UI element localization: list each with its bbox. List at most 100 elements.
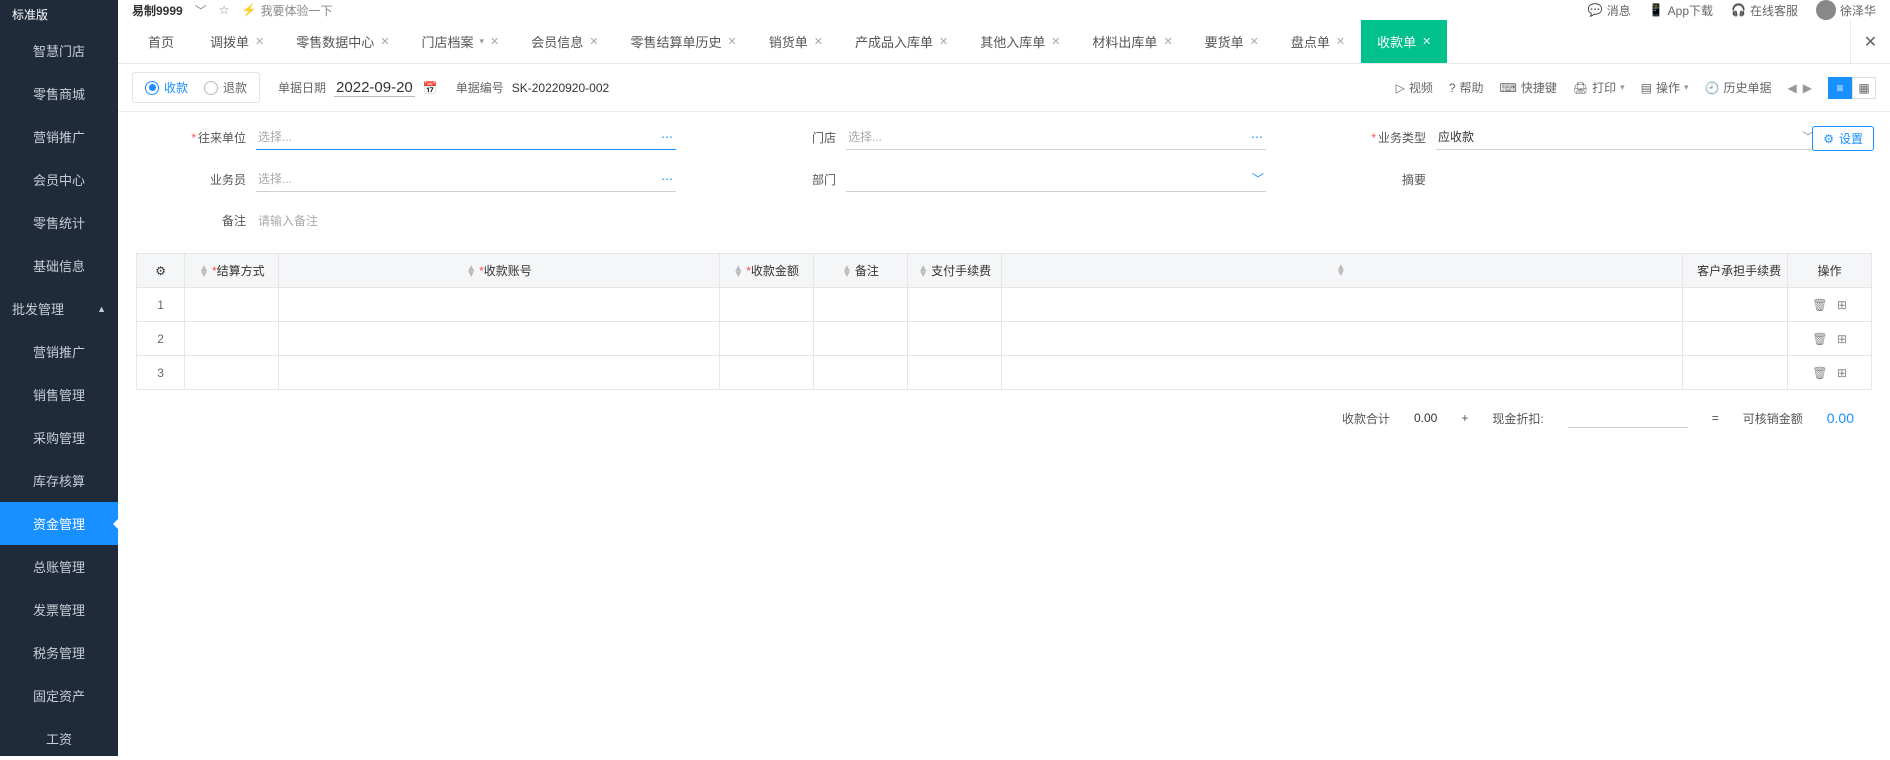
remark-input[interactable]: 请输入备注 <box>256 208 676 233</box>
cell-fee[interactable] <box>908 356 1002 390</box>
try-link[interactable]: ⚡ 我要体验一下 <box>241 2 332 19</box>
page-next[interactable]: ▶ <box>1803 81 1812 95</box>
cell-settle[interactable] <box>185 356 279 390</box>
tab-retaildata[interactable]: 零售数据中心✕ <box>280 20 405 63</box>
topbar-online[interactable]: 🎧 在线客服 <box>1731 2 1798 19</box>
store-input[interactable]: 选择... ⋯ <box>846 124 1266 150</box>
topbar-user[interactable]: 徐泽华 <box>1816 0 1876 20</box>
calendar-icon[interactable]: 📅 <box>423 81 438 95</box>
close-icon[interactable]: ✕ <box>1051 35 1060 48</box>
tab-member[interactable]: 会员信息✕ <box>515 20 614 63</box>
cell-account[interactable] <box>279 322 719 356</box>
topbar-app[interactable]: 📱 App下载 <box>1649 2 1713 19</box>
brand-dropdown[interactable]: ﹀ <box>195 2 207 19</box>
cell-custfee[interactable] <box>1683 356 1788 390</box>
cell-settle[interactable] <box>185 322 279 356</box>
sidebar-item-basic[interactable]: 基础信息 <box>0 244 118 287</box>
sidebar-item-marketing[interactable]: 营销推广 <box>0 115 118 158</box>
sidebar-subitem-inventory[interactable]: 库存核算 <box>0 459 118 502</box>
radio-refund[interactable]: 退款 <box>204 79 247 96</box>
cell-blank[interactable] <box>1002 288 1683 322</box>
sidebar-subitem-ledger[interactable]: 总账管理 <box>0 545 118 588</box>
radio-receipt[interactable]: 收款 <box>145 79 188 96</box>
tab-productin[interactable]: 产成品入库单✕ <box>839 20 964 63</box>
sidebar-subitem-purchase[interactable]: 采购管理 <box>0 416 118 459</box>
tab-settlehist[interactable]: 零售结算单历史✕ <box>614 20 752 63</box>
sidebar-subitem-tax[interactable]: 税务管理 <box>0 631 118 674</box>
cell-settle[interactable] <box>185 288 279 322</box>
sidebar-item-smartstore[interactable]: 智慧门店 <box>0 29 118 72</box>
close-icon[interactable]: ✕ <box>380 35 389 48</box>
dept-select[interactable]: ﹀ <box>846 166 1266 192</box>
tab-demand[interactable]: 要货单✕ <box>1189 20 1275 63</box>
action-operate[interactable]: ▤操作▾ <box>1641 79 1689 96</box>
delete-icon[interactable]: 🗑 <box>1812 366 1827 380</box>
tab-stocktake[interactable]: 盘点单✕ <box>1275 20 1361 63</box>
close-icon[interactable]: ✕ <box>1250 35 1259 48</box>
tab-allocation[interactable]: 调拨单✕ <box>194 20 280 63</box>
close-icon[interactable]: ✕ <box>728 35 737 48</box>
cell-blank[interactable] <box>1002 322 1683 356</box>
action-help[interactable]: ?帮助 <box>1449 79 1484 96</box>
cell-custfee[interactable] <box>1683 322 1788 356</box>
header-custfee[interactable]: 客户承担手续费 <box>1683 254 1788 288</box>
close-icon[interactable]: ✕ <box>1422 35 1431 48</box>
header-fee[interactable]: ▲▼支付手续费 <box>908 254 1002 288</box>
tab-receipt[interactable]: 收款单✕ <box>1361 20 1447 63</box>
header-remark[interactable]: ▲▼备注 <box>813 254 907 288</box>
tab-otherin[interactable]: 其他入库单✕ <box>964 20 1076 63</box>
view-grid[interactable]: ▦ <box>1852 77 1876 99</box>
salesman-input[interactable]: 选择... ⋯ <box>256 166 676 192</box>
view-list[interactable]: ≡ <box>1828 77 1852 99</box>
close-all-tabs[interactable]: ✕ <box>1850 20 1890 63</box>
sidebar-subitem-invoice[interactable]: 发票管理 <box>0 588 118 631</box>
header-blank[interactable]: ▲▼ <box>1002 254 1683 288</box>
sidebar-item-retailmall[interactable]: 零售商城 <box>0 72 118 115</box>
action-history[interactable]: 🕘历史单据 <box>1705 79 1772 96</box>
close-icon[interactable]: ✕ <box>1336 35 1345 48</box>
sidebar-item-retailstat[interactable]: 零售统计 <box>0 201 118 244</box>
biztype-select[interactable]: 应收款 ﹀ <box>1436 124 1816 150</box>
close-icon[interactable]: ✕ <box>814 35 823 48</box>
page-prev[interactable]: ◀ <box>1788 81 1797 95</box>
header-gear[interactable]: ⚙ <box>137 254 185 288</box>
close-icon[interactable]: ✕ <box>255 35 264 48</box>
settings-button[interactable]: ⚙ 设置 <box>1812 126 1874 151</box>
doc-date-value[interactable]: 2022-09-20 <box>334 79 415 97</box>
cell-amount[interactable] <box>719 356 813 390</box>
header-account[interactable]: ▲▼*收款账号 <box>279 254 719 288</box>
add-icon[interactable]: ⊞ <box>1837 298 1847 312</box>
add-icon[interactable]: ⊞ <box>1837 332 1847 346</box>
cell-custfee[interactable] <box>1683 288 1788 322</box>
action-shortcut[interactable]: ⌨快捷键 <box>1500 79 1557 96</box>
close-icon[interactable]: ✕ <box>490 35 499 48</box>
add-icon[interactable]: ⊞ <box>1837 366 1847 380</box>
tab-home[interactable]: 首页 <box>132 20 194 63</box>
sidebar-subitem-salary[interactable]: 工资 <box>0 717 118 760</box>
close-icon[interactable]: ✕ <box>939 35 948 48</box>
action-print[interactable]: 🖨打印▾ <box>1573 79 1625 96</box>
action-video[interactable]: ▷视频 <box>1396 79 1433 96</box>
star-icon[interactable]: ☆ <box>219 3 230 17</box>
sidebar-subitem-sales[interactable]: 销售管理 <box>0 373 118 416</box>
close-icon[interactable]: ✕ <box>1163 35 1172 48</box>
sidebar-subitem-marketing[interactable]: 营销推广 <box>0 330 118 373</box>
delete-icon[interactable]: 🗑 <box>1812 332 1827 346</box>
sidebar-group-wholesale[interactable]: 批发管理 ▲ <box>0 287 118 330</box>
cell-account[interactable] <box>279 356 719 390</box>
cell-fee[interactable] <box>908 322 1002 356</box>
topbar-message[interactable]: 💬 消息 <box>1588 2 1631 19</box>
cell-amount[interactable] <box>719 288 813 322</box>
close-icon[interactable]: ✕ <box>589 35 598 48</box>
tab-storefile[interactable]: 门店档案▾✕ <box>405 20 515 63</box>
more-icon[interactable]: ⋯ <box>1251 130 1264 144</box>
cell-amount[interactable] <box>719 322 813 356</box>
cell-blank[interactable] <box>1002 356 1683 390</box>
sidebar-item-member[interactable]: 会员中心 <box>0 158 118 201</box>
sidebar-subitem-fund[interactable]: 资金管理 <box>0 502 118 545</box>
cell-remark[interactable] <box>813 322 907 356</box>
cell-remark[interactable] <box>813 356 907 390</box>
discount-input[interactable] <box>1568 408 1688 428</box>
cell-remark[interactable] <box>813 288 907 322</box>
delete-icon[interactable]: 🗑 <box>1812 298 1827 312</box>
